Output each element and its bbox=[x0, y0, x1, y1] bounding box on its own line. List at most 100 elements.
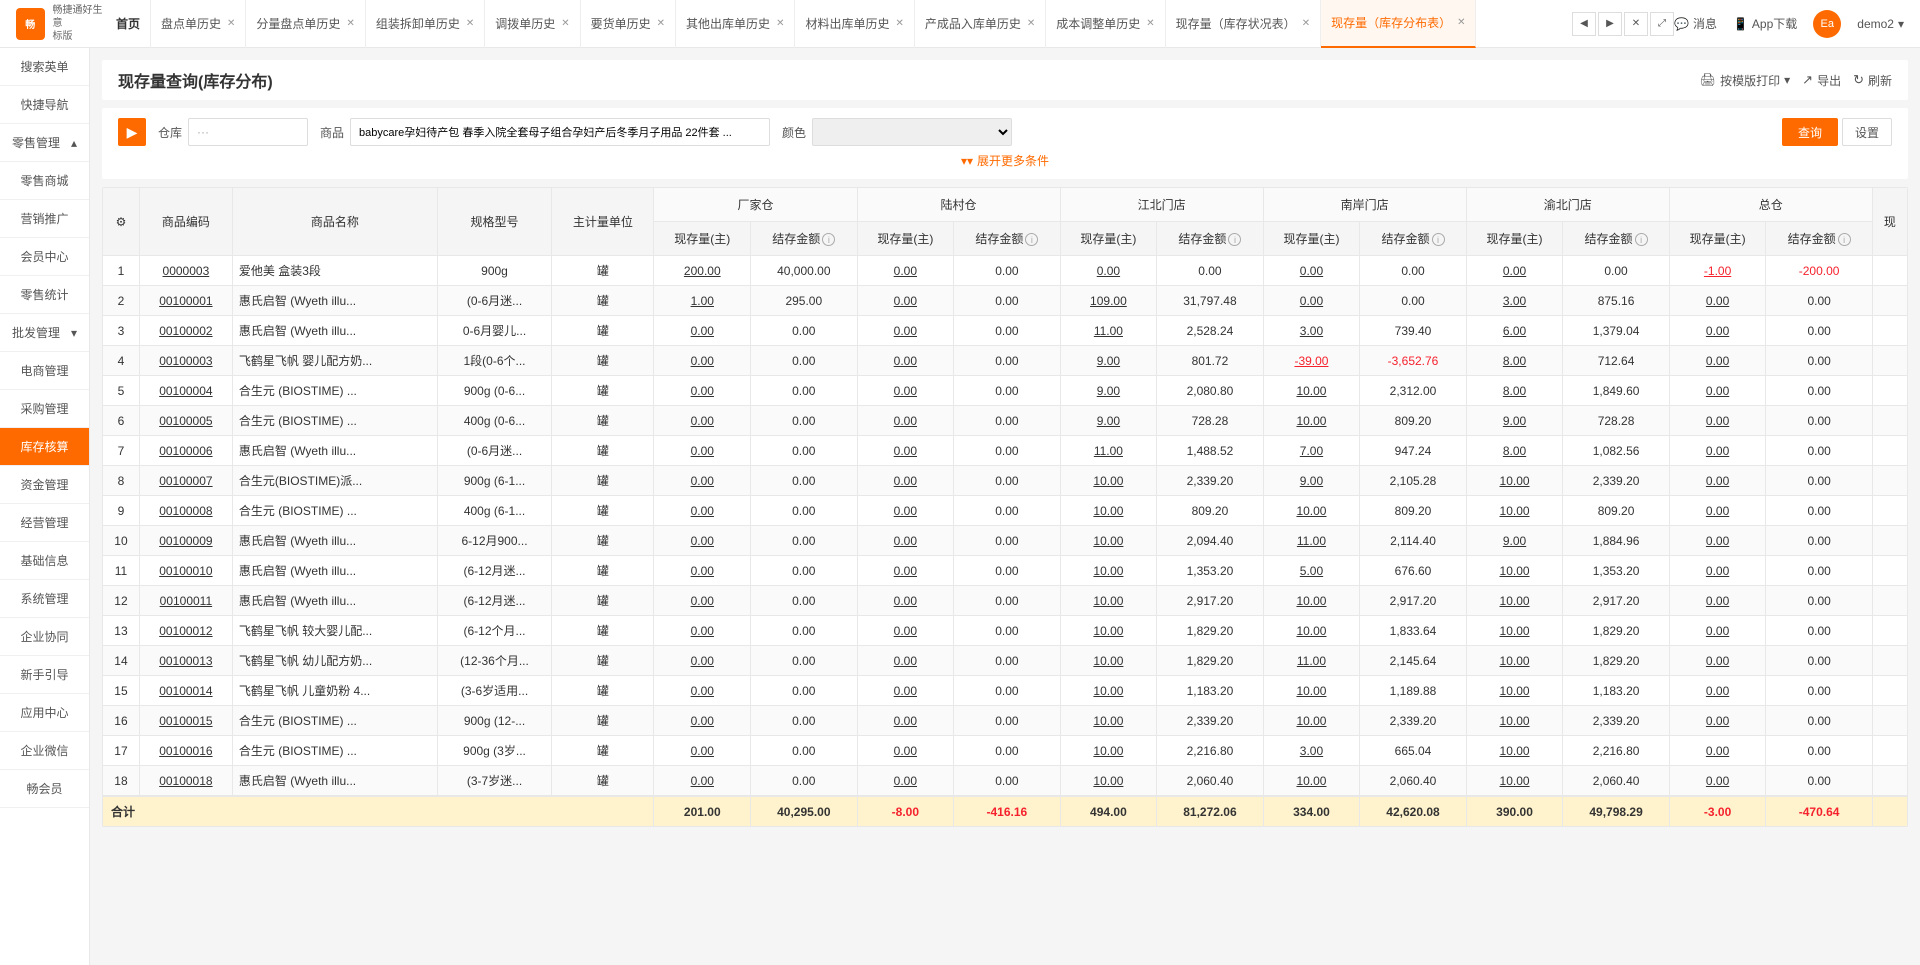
cell-land-qty[interactable]: 0.00 bbox=[857, 736, 954, 766]
cell-yb-qty[interactable]: 10.00 bbox=[1466, 616, 1563, 646]
cell-yb-qty[interactable]: 8.00 bbox=[1466, 346, 1563, 376]
tab-outbound-history[interactable]: 其他出库单历史 ✕ bbox=[676, 0, 795, 48]
cell-total-qty[interactable]: 0.00 bbox=[1669, 706, 1766, 736]
sidebar-item-retail-mgmt[interactable]: 零售管理 ▴ bbox=[0, 124, 89, 162]
cell-total-qty[interactable]: 0.00 bbox=[1669, 616, 1766, 646]
cell-jb-qty[interactable]: 10.00 bbox=[1060, 706, 1157, 736]
close-icon[interactable]: ✕ bbox=[657, 18, 665, 29]
cell-land-qty[interactable]: 0.00 bbox=[857, 256, 954, 286]
cell-yb-qty[interactable]: 6.00 bbox=[1466, 316, 1563, 346]
cell-land-qty[interactable]: 0.00 bbox=[857, 286, 954, 316]
sidebar-item-member[interactable]: 畅会员 bbox=[0, 770, 89, 808]
cell-total-qty[interactable]: -1.00 bbox=[1669, 256, 1766, 286]
nav-expand-button[interactable]: ⤢ bbox=[1650, 12, 1674, 36]
cell-total-qty[interactable]: 0.00 bbox=[1669, 736, 1766, 766]
close-icon[interactable]: ✕ bbox=[227, 18, 235, 29]
tab-cost-adjust-history[interactable]: 成本调整单历史 ✕ bbox=[1046, 0, 1165, 48]
cell-jb-qty[interactable]: 109.00 bbox=[1060, 286, 1157, 316]
tab-inventory-history[interactable]: 盘点单历史 ✕ bbox=[151, 0, 246, 48]
goods-input[interactable] bbox=[350, 118, 770, 146]
cell-nb-qty[interactable]: 11.00 bbox=[1263, 646, 1360, 676]
nav-prev-button[interactable]: ◀ bbox=[1572, 12, 1596, 36]
cell-jb-qty[interactable]: 11.00 bbox=[1060, 436, 1157, 466]
cell-jb-qty[interactable]: 10.00 bbox=[1060, 526, 1157, 556]
cell-factory-qty[interactable]: 0.00 bbox=[654, 766, 751, 797]
tab-requisition-history[interactable]: 要货单历史 ✕ bbox=[581, 0, 676, 48]
cell-nb-qty[interactable]: 3.00 bbox=[1263, 736, 1360, 766]
warehouse-input[interactable]: ··· bbox=[188, 118, 308, 146]
cell-land-qty[interactable]: 0.00 bbox=[857, 766, 954, 797]
cell-land-qty[interactable]: 0.00 bbox=[857, 346, 954, 376]
cell-total-qty[interactable]: 0.00 bbox=[1669, 466, 1766, 496]
cell-factory-qty[interactable]: 0.00 bbox=[654, 526, 751, 556]
cell-yb-qty[interactable]: 8.00 bbox=[1466, 376, 1563, 406]
cell-yb-qty[interactable]: 10.00 bbox=[1466, 676, 1563, 706]
cell-land-qty[interactable]: 0.00 bbox=[857, 616, 954, 646]
cell-nb-qty[interactable]: 7.00 bbox=[1263, 436, 1360, 466]
cell-nb-qty[interactable]: 10.00 bbox=[1263, 496, 1360, 526]
nav-close-button[interactable]: ✕ bbox=[1624, 12, 1648, 36]
cell-factory-qty[interactable]: 0.00 bbox=[654, 346, 751, 376]
cell-jb-qty[interactable]: 10.00 bbox=[1060, 676, 1157, 706]
info-icon[interactable]: i bbox=[1025, 233, 1038, 246]
expand-more-button[interactable]: ▾▾ 展开更多条件 bbox=[118, 152, 1892, 169]
cell-factory-qty[interactable]: 0.00 bbox=[654, 466, 751, 496]
tab-product-inbound-history[interactable]: 产成品入库单历史 ✕ bbox=[915, 0, 1046, 48]
cell-jb-qty[interactable]: 0.00 bbox=[1060, 256, 1157, 286]
sidebar-item-basic-info[interactable]: 基础信息 bbox=[0, 542, 89, 580]
sidebar-item-purchase[interactable]: 采购管理 bbox=[0, 390, 89, 428]
sidebar-item-enterprise[interactable]: 企业协同 bbox=[0, 618, 89, 656]
cell-nb-qty[interactable]: 10.00 bbox=[1263, 766, 1360, 797]
cell-total-qty[interactable]: 0.00 bbox=[1669, 586, 1766, 616]
sidebar-item-retail-stats[interactable]: 零售统计 bbox=[0, 276, 89, 314]
info-icon[interactable]: i bbox=[1838, 233, 1851, 246]
cell-total-qty[interactable]: 0.00 bbox=[1669, 376, 1766, 406]
sidebar-item-inventory[interactable]: 库存核算 bbox=[0, 428, 89, 466]
cell-yb-qty[interactable]: 3.00 bbox=[1466, 286, 1563, 316]
cell-nb-qty[interactable]: 10.00 bbox=[1263, 586, 1360, 616]
user-menu[interactable]: demo2 ▾ bbox=[1857, 17, 1904, 31]
cell-factory-qty[interactable]: 0.00 bbox=[654, 556, 751, 586]
print-button[interactable]: 🖨 按模版打印 ▾ bbox=[1700, 72, 1791, 89]
close-icon[interactable]: ✕ bbox=[466, 18, 474, 29]
cell-total-qty[interactable]: 0.00 bbox=[1669, 406, 1766, 436]
cell-factory-qty[interactable]: 0.00 bbox=[654, 646, 751, 676]
cell-jb-qty[interactable]: 10.00 bbox=[1060, 466, 1157, 496]
cell-jb-qty[interactable]: 9.00 bbox=[1060, 376, 1157, 406]
cell-factory-qty[interactable]: 0.00 bbox=[654, 316, 751, 346]
settings-button[interactable]: 设置 bbox=[1842, 118, 1892, 146]
cell-land-qty[interactable]: 0.00 bbox=[857, 406, 954, 436]
cell-yb-qty[interactable]: 10.00 bbox=[1466, 646, 1563, 676]
cell-jb-qty[interactable]: 10.00 bbox=[1060, 766, 1157, 797]
avatar[interactable]: Ea bbox=[1813, 10, 1841, 38]
cell-jb-qty[interactable]: 11.00 bbox=[1060, 316, 1157, 346]
cell-yb-qty[interactable]: 10.00 bbox=[1466, 586, 1563, 616]
cell-factory-qty[interactable]: 1.00 bbox=[654, 286, 751, 316]
cell-yb-qty[interactable]: 10.00 bbox=[1466, 466, 1563, 496]
cell-land-qty[interactable]: 0.00 bbox=[857, 646, 954, 676]
cell-total-qty[interactable]: 0.00 bbox=[1669, 436, 1766, 466]
cell-jb-qty[interactable]: 10.00 bbox=[1060, 736, 1157, 766]
cell-land-qty[interactable]: 0.00 bbox=[857, 376, 954, 406]
cell-land-qty[interactable]: 0.00 bbox=[857, 706, 954, 736]
message-button[interactable]: 💬 消息 bbox=[1674, 15, 1717, 32]
cell-nb-qty[interactable]: -39.00 bbox=[1263, 346, 1360, 376]
sidebar-item-search[interactable]: 搜索英单 bbox=[0, 48, 89, 86]
close-icon[interactable]: ✕ bbox=[1027, 18, 1035, 29]
cell-yb-qty[interactable]: 0.00 bbox=[1466, 256, 1563, 286]
cell-nb-qty[interactable]: 10.00 bbox=[1263, 406, 1360, 436]
cell-jb-qty[interactable]: 10.00 bbox=[1060, 586, 1157, 616]
close-icon[interactable]: ✕ bbox=[561, 18, 569, 29]
cell-factory-qty[interactable]: 0.00 bbox=[654, 436, 751, 466]
cell-nb-qty[interactable]: 0.00 bbox=[1263, 256, 1360, 286]
close-icon[interactable]: ✕ bbox=[895, 18, 903, 29]
cell-nb-qty[interactable]: 10.00 bbox=[1263, 706, 1360, 736]
sidebar-item-marketing[interactable]: 营销推广 bbox=[0, 200, 89, 238]
cell-land-qty[interactable]: 0.00 bbox=[857, 496, 954, 526]
cell-nb-qty[interactable]: 10.00 bbox=[1263, 616, 1360, 646]
close-icon[interactable]: ✕ bbox=[346, 18, 354, 29]
tab-home[interactable]: 首页 bbox=[106, 0, 151, 48]
search-expand-button[interactable]: ▶ bbox=[118, 118, 146, 146]
close-icon[interactable]: ✕ bbox=[776, 18, 784, 29]
cell-total-qty[interactable]: 0.00 bbox=[1669, 496, 1766, 526]
